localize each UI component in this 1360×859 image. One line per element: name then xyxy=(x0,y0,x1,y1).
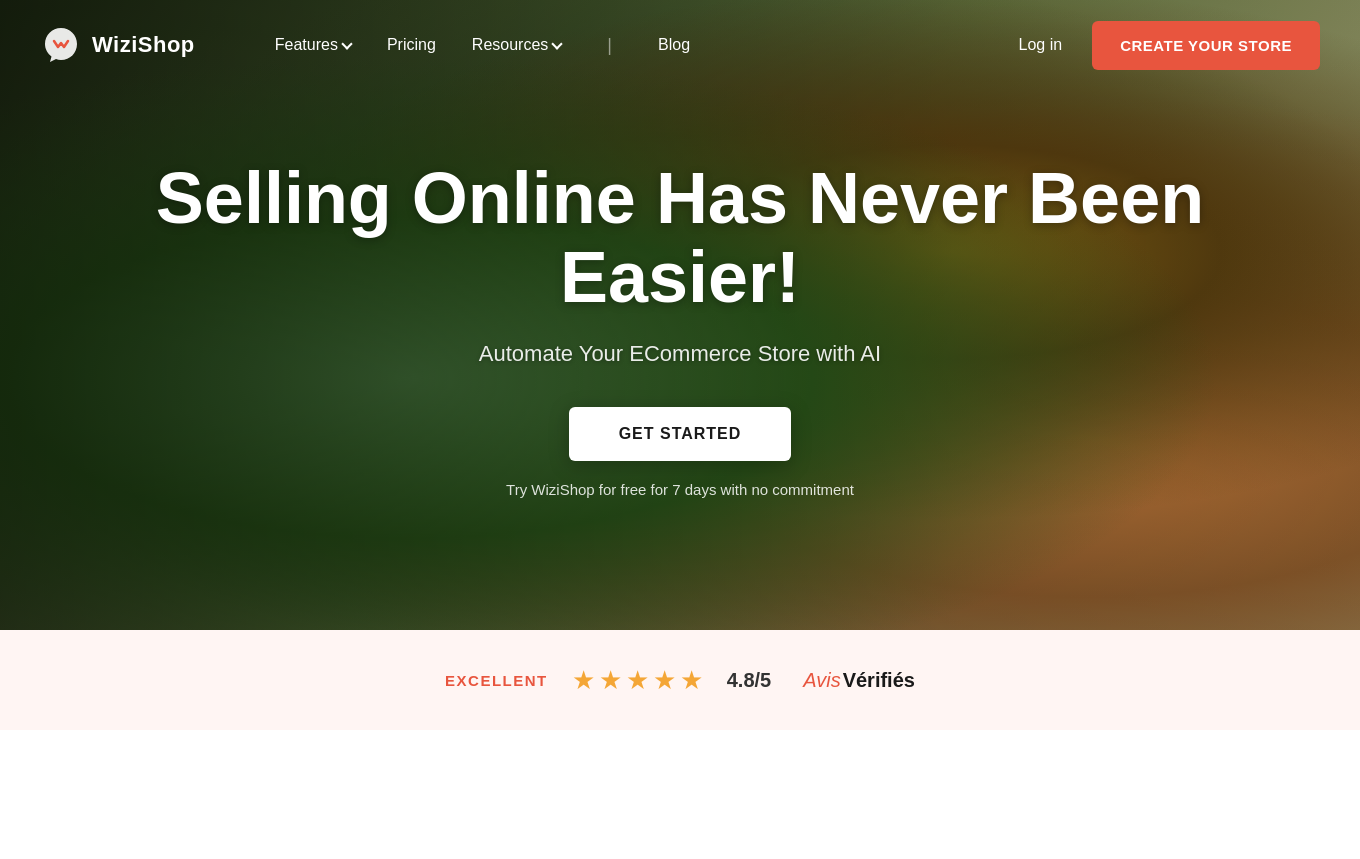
nav-features[interactable]: Features xyxy=(275,36,351,54)
star-2: ★ xyxy=(599,665,622,696)
stars-container: ★ ★ ★ ★ ★ xyxy=(572,665,703,696)
below-fold xyxy=(0,730,1360,859)
hero-title: Selling Online Has Never Been Easier! xyxy=(130,159,1230,317)
nav-blog[interactable]: Blog xyxy=(658,36,690,54)
rating-section: EXCELLENT ★ ★ ★ ★ ★ 4.8/5 Avis Vérifiés xyxy=(0,630,1360,730)
excellent-label: EXCELLENT xyxy=(445,672,548,689)
star-1: ★ xyxy=(572,665,595,696)
avis-verifies-logo: Avis Vérifiés xyxy=(803,669,915,692)
chevron-down-icon xyxy=(341,38,352,49)
star-3: ★ xyxy=(626,665,649,696)
get-started-button[interactable]: GET STARTED xyxy=(569,407,792,461)
hero-tagline: Try WiziShop for free for 7 days with no… xyxy=(506,479,854,502)
logo-icon xyxy=(40,24,82,66)
logo-link[interactable]: WiziShop xyxy=(40,24,195,66)
create-store-button[interactable]: CREATE YOUR STORE xyxy=(1092,21,1320,70)
nav-resources[interactable]: Resources xyxy=(472,36,561,54)
star-half: ★ xyxy=(680,665,703,696)
login-link[interactable]: Log in xyxy=(1019,36,1063,54)
nav-links: Features Pricing Resources | Blog xyxy=(275,35,690,56)
logo-text: WiziShop xyxy=(92,32,195,58)
chevron-down-icon-resources xyxy=(552,38,563,49)
avis-text: Avis xyxy=(803,669,840,692)
star-4: ★ xyxy=(653,665,676,696)
navigation: WiziShop Features Pricing Resources | Bl… xyxy=(0,0,1360,90)
nav-pricing[interactable]: Pricing xyxy=(387,36,436,54)
hero-content: Selling Online Has Never Been Easier! Au… xyxy=(0,0,1360,630)
hero-section: WiziShop Features Pricing Resources | Bl… xyxy=(0,0,1360,630)
nav-divider: | xyxy=(607,35,612,56)
nav-right: Log in CREATE YOUR STORE xyxy=(1019,21,1320,70)
rating-score: 4.8/5 xyxy=(727,669,771,692)
verifies-text: Vérifiés xyxy=(843,669,915,692)
hero-subtitle: Automate Your ECommerce Store with AI xyxy=(479,341,881,367)
